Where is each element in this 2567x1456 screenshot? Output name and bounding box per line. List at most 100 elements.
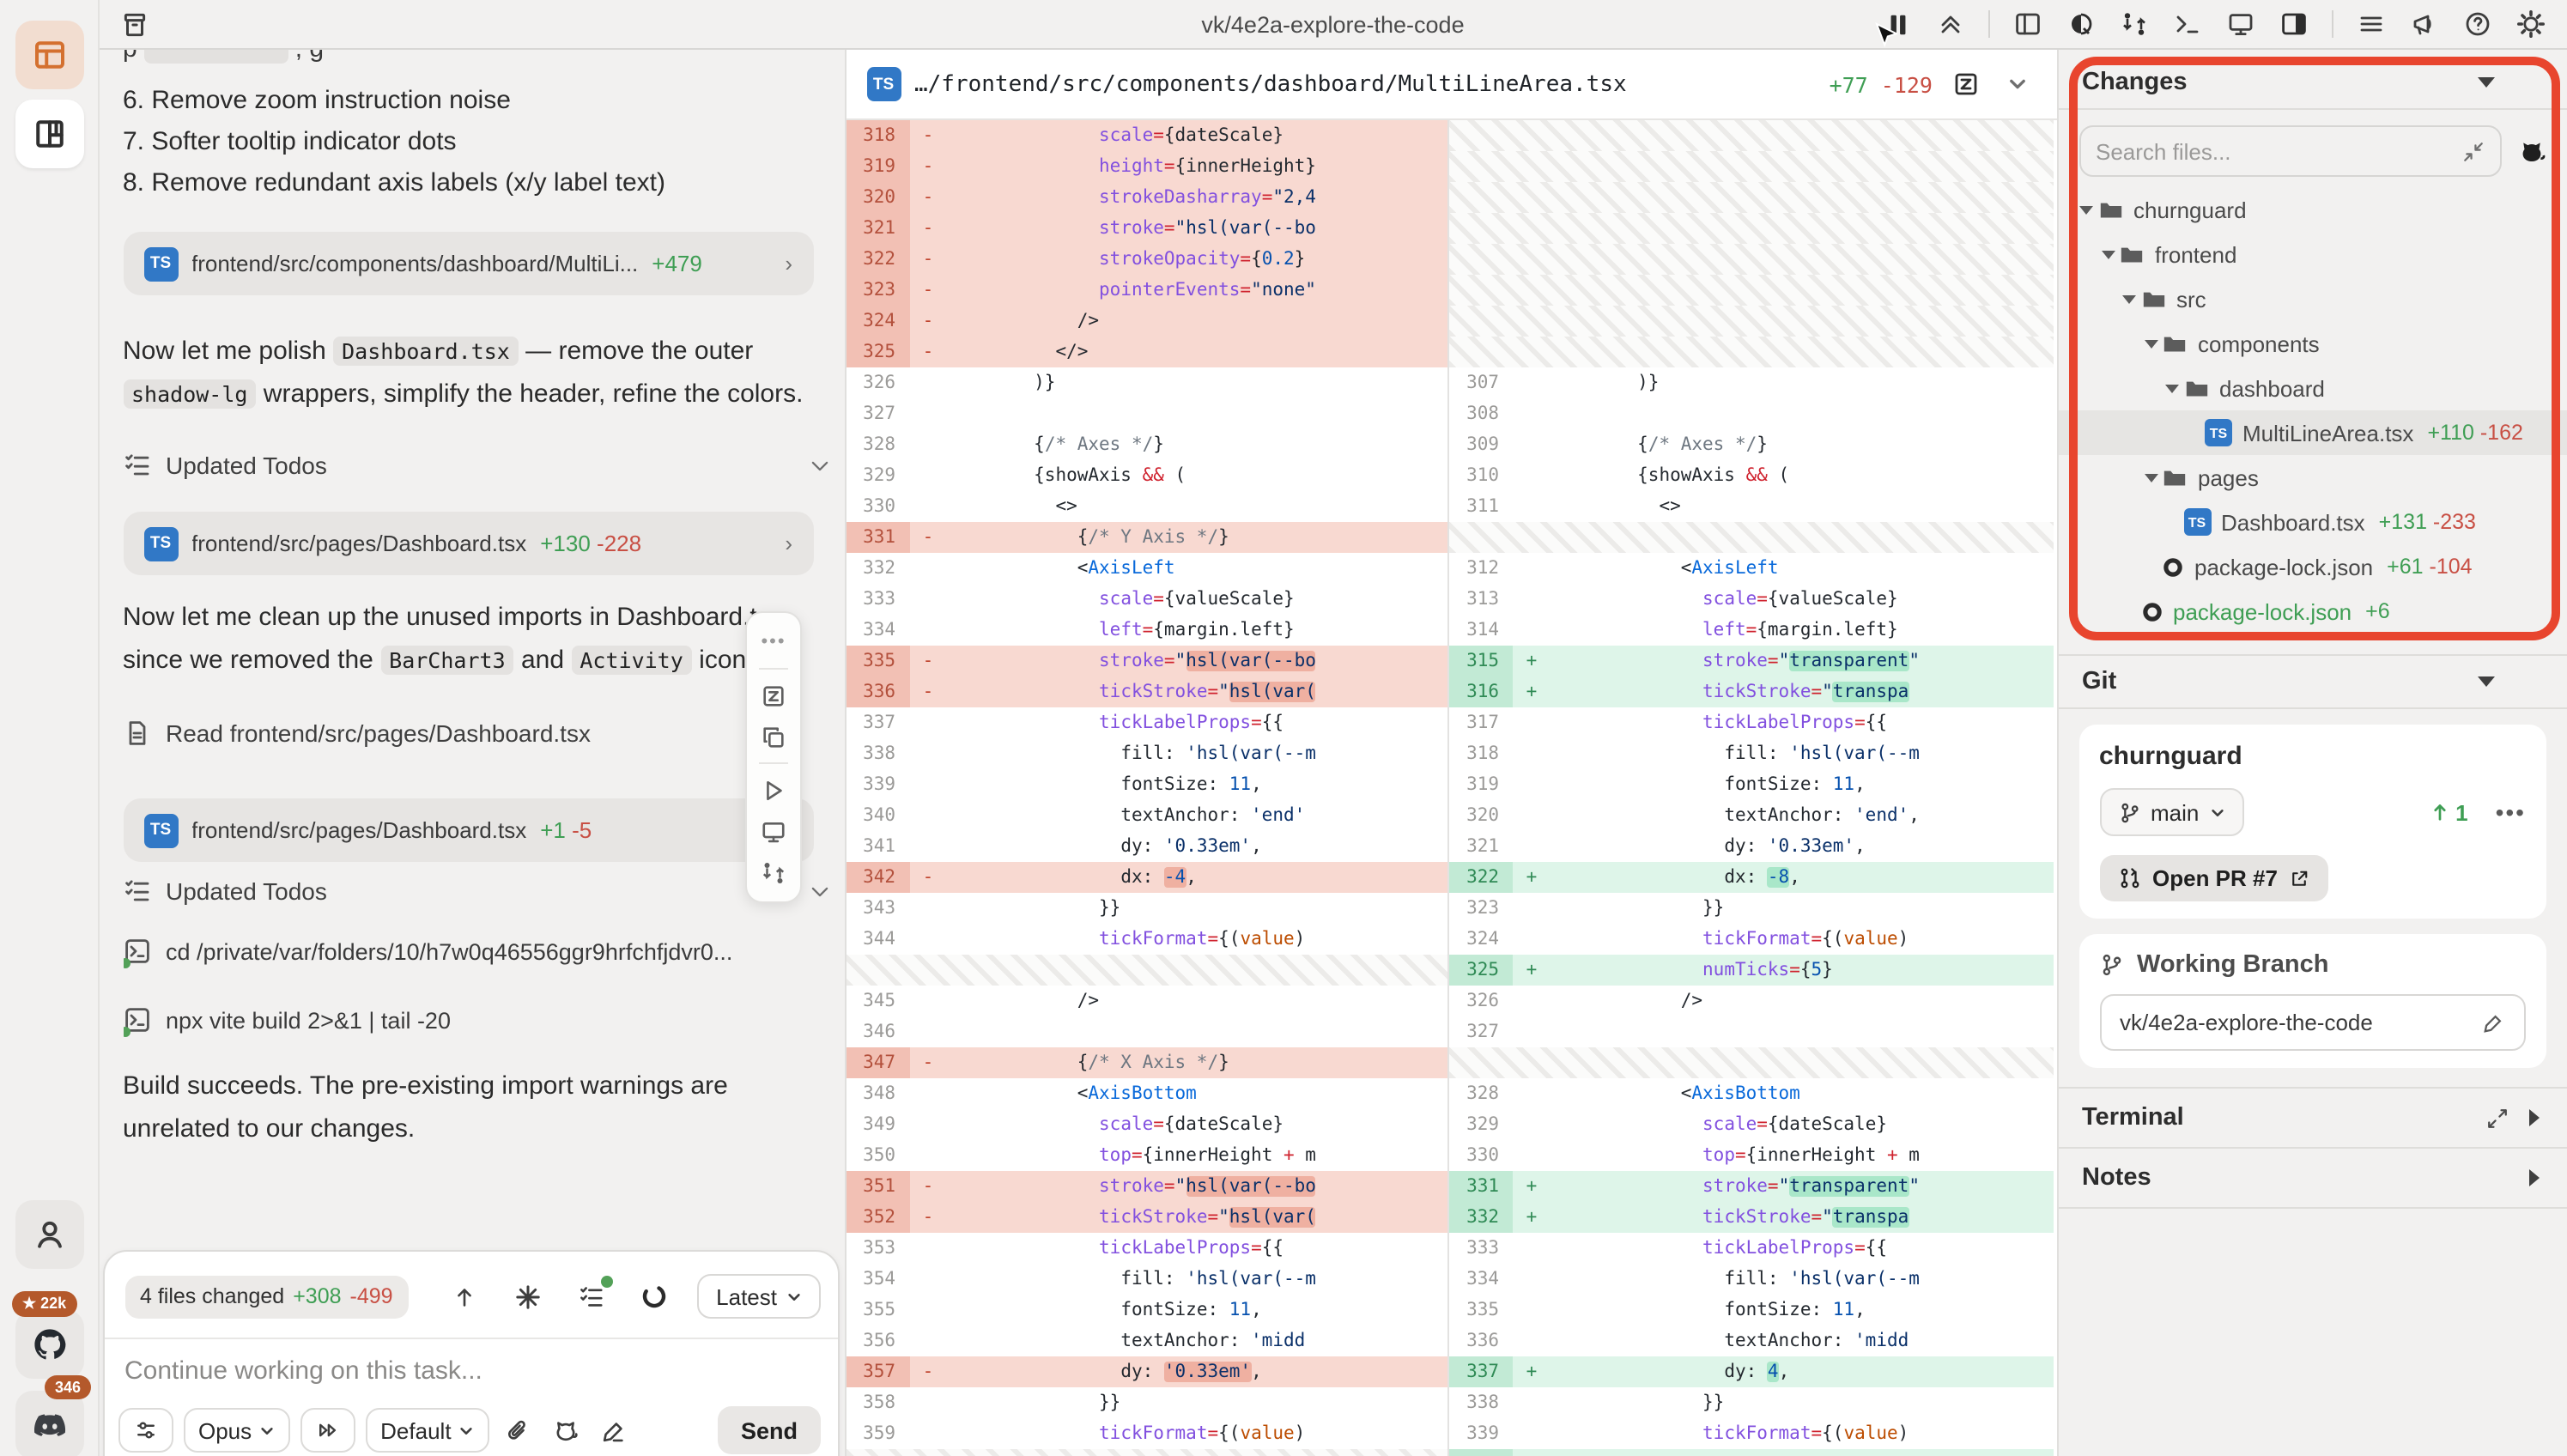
- account-button[interactable]: [15, 1200, 84, 1269]
- diff-old-pane[interactable]: 318- scale={dateScale}319- height={inner…: [846, 120, 1449, 1456]
- branch-dropdown[interactable]: main: [2099, 788, 2243, 836]
- open-pr-button[interactable]: Open PR #7: [2099, 855, 2329, 901]
- line-number: 310: [1449, 460, 1513, 491]
- line-number: 334: [846, 615, 909, 646]
- npm-package-icon: [2140, 600, 2163, 622]
- toolbar-divider: [2332, 10, 2333, 38]
- commits-ahead[interactable]: 1: [2430, 799, 2467, 825]
- cat-agent-icon[interactable]: [548, 1411, 586, 1449]
- git-compare-icon[interactable]: [2119, 9, 2150, 39]
- expand-triangle-icon[interactable]: [2529, 1169, 2540, 1186]
- tree-caret-icon[interactable]: [2097, 250, 2119, 258]
- file-search-box[interactable]: [2078, 125, 2502, 177]
- diff-marker: -: [909, 120, 947, 151]
- discord-button[interactable]: 346: [15, 1391, 84, 1456]
- help-icon[interactable]: [2462, 9, 2493, 39]
- cat-filter-icon[interactable]: [2517, 136, 2546, 166]
- tree-file-package-lock.json[interactable]: package-lock.json+6: [2058, 589, 2567, 634]
- monitor-icon[interactable]: [747, 810, 800, 852]
- send-button[interactable]: Send: [719, 1406, 820, 1454]
- tree-folder-churnguard[interactable]: churnguard: [2058, 187, 2567, 232]
- expand-triangle-icon[interactable]: [2529, 1109, 2540, 1126]
- diff-code-row: 321- stroke="hsl(var(--bo: [846, 213, 1447, 244]
- tree-folder-src[interactable]: src: [2058, 276, 2567, 321]
- diff-marker: [1513, 584, 1551, 615]
- collapse-chevron-icon[interactable]: [1998, 65, 2036, 103]
- line-number: 317: [1449, 707, 1513, 738]
- settings-gear-icon[interactable]: [2515, 9, 2546, 39]
- workspace-layout-button[interactable]: [15, 21, 84, 89]
- tree-caret-icon[interactable]: [2161, 384, 2183, 392]
- tree-file-Dashboard.tsx[interactable]: TSDashboard.tsx+131 -233: [2058, 500, 2567, 544]
- terminal-command-row[interactable]: cd /private/var/folders/10/h7w0q46556ggr…: [123, 934, 820, 968]
- updated-todos-row[interactable]: Updated Todos: [123, 446, 830, 484]
- terminal-prompt-icon[interactable]: [2172, 9, 2203, 39]
- panel-right-filled-icon[interactable]: [2279, 9, 2309, 39]
- read-file-row[interactable]: Read frontend/src/pages/Dashboard.tsx: [123, 716, 820, 750]
- expand-icon[interactable]: [2486, 1107, 2509, 1129]
- mode-dropdown[interactable]: Default: [365, 1408, 489, 1453]
- tree-folder-pages[interactable]: pages: [2058, 455, 2567, 500]
- scroll-up-icon[interactable]: [445, 1277, 482, 1315]
- file-change-chip[interactable]: TSfrontend/src/pages/Dashboard.tsx+130 -…: [123, 512, 813, 575]
- todos-green-dot: [601, 1276, 613, 1288]
- archive-tray-icon[interactable]: [119, 9, 150, 39]
- copy-icon[interactable]: [747, 716, 800, 757]
- collapse-triangle-icon: [2478, 77, 2495, 88]
- diff-editor-icon[interactable]: [747, 675, 800, 716]
- file-change-chip[interactable]: TSfrontend/src/pages/Dashboard.tsx+1 -5: [123, 798, 813, 862]
- file-change-chip[interactable]: TSfrontend/src/components/dashboard/Mult…: [123, 232, 813, 295]
- tree-folder-components[interactable]: components: [2058, 321, 2567, 366]
- model-dropdown[interactable]: Opus: [183, 1408, 289, 1453]
- menu-icon[interactable]: [2356, 9, 2387, 39]
- edit-pencil-icon[interactable]: [2481, 1010, 2505, 1034]
- tree-file-MultiLineArea.tsx[interactable]: TSMultiLineArea.tsx+110 -162: [2058, 410, 2567, 455]
- kanban-board-button[interactable]: [15, 100, 84, 168]
- run-play-icon[interactable]: [747, 769, 800, 810]
- git-compare-icon[interactable]: [747, 852, 800, 893]
- pen-icon[interactable]: [596, 1411, 634, 1449]
- megaphone-icon[interactable]: [2409, 9, 2440, 39]
- collapse-tree-icon[interactable]: [2462, 140, 2485, 162]
- terminal-section-header[interactable]: Terminal: [2058, 1089, 2567, 1147]
- git-section-header[interactable]: Git: [2058, 656, 2567, 707]
- latest-dropdown[interactable]: Latest: [697, 1274, 820, 1319]
- diff-code-row: 343 }}: [846, 893, 1447, 924]
- fast-forward-button[interactable]: [300, 1408, 355, 1453]
- notes-section-header[interactable]: Notes: [2058, 1149, 2567, 1207]
- changes-section-header[interactable]: Changes: [2058, 57, 2567, 108]
- message-input[interactable]: Continue working on this task...: [124, 1356, 816, 1386]
- line-number: [1449, 1449, 1513, 1456]
- tree-caret-icon[interactable]: [2139, 339, 2162, 348]
- tree-file-package-lock.json[interactable]: package-lock.json+61 -104: [2058, 544, 2567, 589]
- diff-half-circle-icon[interactable]: [2066, 9, 2097, 39]
- working-branch-field[interactable]: vk/4e2a-explore-the-code: [2099, 994, 2526, 1051]
- line-number: 331: [846, 522, 909, 553]
- tree-folder-frontend[interactable]: frontend: [2058, 232, 2567, 276]
- tree-caret-icon[interactable]: [2139, 473, 2162, 482]
- diff-new-pane[interactable]: 307 )}308309 {/* Axes */}310 {showAxis &…: [1449, 120, 2053, 1456]
- diff-editor-icon[interactable]: [1946, 65, 1984, 103]
- collapse-up-icon[interactable]: [1935, 9, 1966, 39]
- todos-status-icon[interactable]: [572, 1277, 610, 1315]
- search-input[interactable]: [2096, 138, 2462, 164]
- diff-marker: [1513, 1140, 1551, 1171]
- diff-code-row: 341 dy: '0.33em',: [846, 831, 1447, 862]
- monitor-icon[interactable]: [2225, 9, 2256, 39]
- attach-paperclip-icon[interactable]: [500, 1411, 537, 1449]
- files-changed-chip[interactable]: 4 files changed +308 -499: [124, 1275, 409, 1318]
- tree-folder-dashboard[interactable]: dashboard: [2058, 366, 2567, 410]
- diff-marker: [909, 1140, 947, 1171]
- updated-todos-row[interactable]: Updated Todos: [123, 872, 830, 910]
- line-number: 311: [1449, 491, 1513, 522]
- more-dots-icon[interactable]: •••: [747, 622, 800, 663]
- diff-code-row: 337 tickLabelProps={{: [846, 707, 1447, 738]
- tree-caret-icon[interactable]: [2118, 294, 2140, 303]
- settings-sliders-button[interactable]: [118, 1408, 173, 1453]
- github-button[interactable]: ★ 22k: [15, 1310, 84, 1379]
- terminal-command-row[interactable]: npx vite build 2>&1 | tail -20: [123, 1003, 820, 1037]
- tree-caret-icon[interactable]: [2075, 205, 2097, 214]
- spark-burst-icon[interactable]: [508, 1277, 546, 1315]
- panel-left-icon[interactable]: [2012, 9, 2043, 39]
- more-dots-icon[interactable]: •••: [2496, 798, 2526, 826]
